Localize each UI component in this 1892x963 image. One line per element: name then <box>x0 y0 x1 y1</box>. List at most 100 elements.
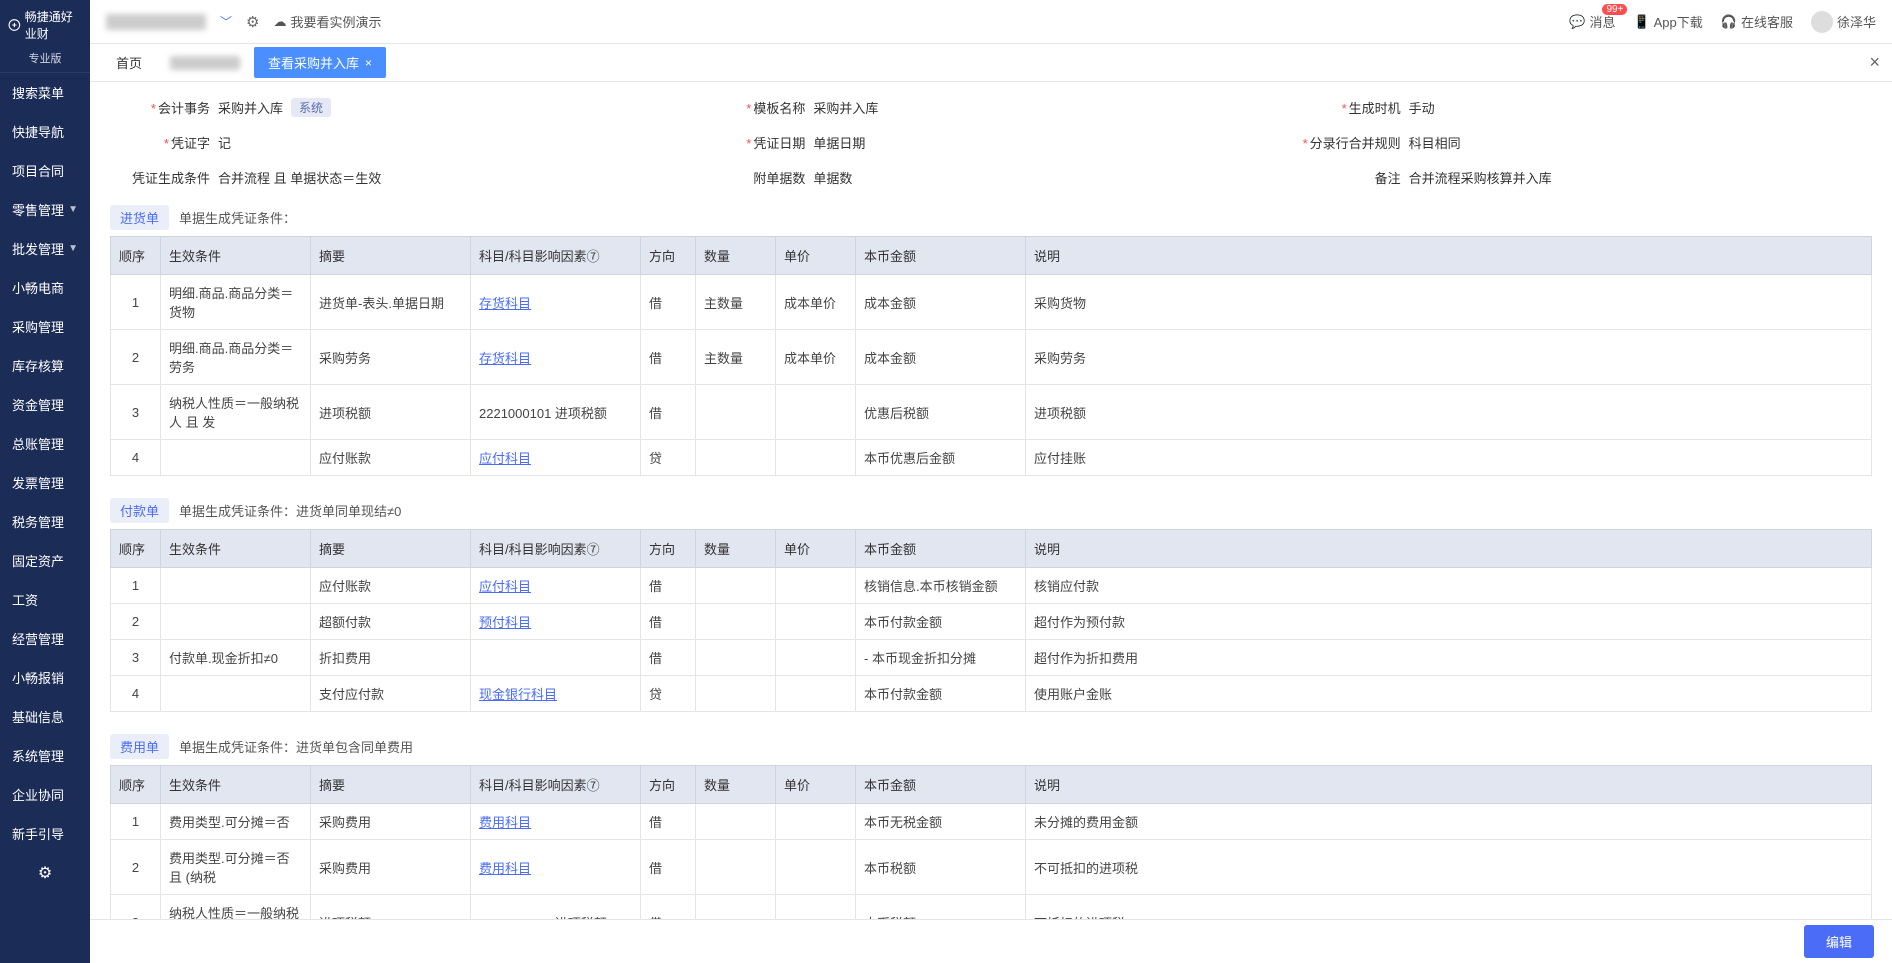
customer-service-button[interactable]: 🎧 在线客服 <box>1721 12 1793 31</box>
table-header: 数量 <box>696 766 776 804</box>
table-row: 1明细.商品.商品分类＝货物进货单-表头.单据日期存货科目借主数量成本单价成本金… <box>111 275 1872 330</box>
table-cell: 折扣费用 <box>311 640 471 676</box>
subject-link[interactable]: 现金银行科目 <box>479 687 557 702</box>
chevron-down-icon[interactable]: ﹀ <box>220 13 232 30</box>
table-header: 本币金额 <box>856 530 1026 568</box>
sidebar-item-label: 工资 <box>12 590 38 609</box>
subject-link[interactable]: 费用科目 <box>479 815 531 830</box>
section-condition: 单据生成凭证条件：进货单包含同单费用 <box>179 737 413 756</box>
sidebar-item[interactable]: 小畅报销 <box>0 658 90 697</box>
table-header: 摘要 <box>311 530 471 568</box>
table-cell: 进项税额 <box>1026 385 1872 440</box>
sidebar-item[interactable]: 发票管理 <box>0 463 90 502</box>
sidebar-item[interactable]: 采购管理 <box>0 307 90 346</box>
sidebar-item[interactable]: 项目合同 <box>0 151 90 190</box>
subject-link[interactable]: 应付科目 <box>479 451 531 466</box>
table-cell <box>161 676 311 712</box>
app-download-button[interactable]: 📱 App下载 <box>1633 12 1702 31</box>
table-cell: 采购费用 <box>311 840 471 895</box>
table-cell <box>776 804 856 840</box>
brand-logo: 畅捷通好业财 <box>0 0 90 50</box>
table-row: 3纳税人性质＝一般纳税人 且 发进项税额2221000101 进项税额借优惠后税… <box>111 385 1872 440</box>
sidebar-item-label: 小畅报销 <box>12 668 64 687</box>
sidebar-item[interactable]: 零售管理▼ <box>0 190 90 229</box>
sidebar-item[interactable]: 企业协同 <box>0 775 90 814</box>
table-cell: 成本单价 <box>776 275 856 330</box>
sidebar-item-label: 采购管理 <box>12 317 64 336</box>
sidebar-item[interactable]: 小畅电商 <box>0 268 90 307</box>
table-cell: 借 <box>641 275 696 330</box>
user-menu[interactable]: 徐泽华 <box>1811 11 1876 33</box>
table-cell: 本币付款金额 <box>856 604 1026 640</box>
table-cell <box>696 840 776 895</box>
table-cell: 费用科目 <box>471 840 641 895</box>
logo-icon <box>8 17 21 33</box>
field-label: 凭证字 <box>110 133 210 152</box>
table-row: 4应付账款应付科目贷本币优惠后金额应付挂账 <box>111 440 1872 476</box>
sidebar-item-label: 总账管理 <box>12 434 64 453</box>
subject-link[interactable]: 应付科目 <box>479 579 531 594</box>
subject-link[interactable]: 预付科目 <box>479 615 531 630</box>
sidebar-item[interactable]: 新手引导 <box>0 814 90 853</box>
table-cell <box>776 840 856 895</box>
tab-active[interactable]: 查看采购并入库 × <box>254 47 386 78</box>
tab-blurred[interactable] <box>156 50 254 76</box>
messages-button[interactable]: 💬 消息 99+ <box>1569 12 1615 31</box>
edit-button[interactable]: 编辑 <box>1804 925 1874 958</box>
section-name: 付款单 <box>110 498 169 523</box>
subject-link[interactable]: 费用科目 <box>479 861 531 876</box>
sidebar-item[interactable]: 系统管理 <box>0 736 90 775</box>
sidebar-item-label: 发票管理 <box>12 473 64 492</box>
sidebar-item-label: 小畅电商 <box>12 278 64 297</box>
table-cell: 进货单-表头.单据日期 <box>311 275 471 330</box>
sidebar-item-label: 税务管理 <box>12 512 64 531</box>
table-cell: 超付作为预付款 <box>1026 604 1872 640</box>
sidebar-item[interactable]: 经营管理 <box>0 619 90 658</box>
table-cell: 未分摊的费用金额 <box>1026 804 1872 840</box>
table-cell <box>776 385 856 440</box>
field-label: 生成时机 <box>1301 98 1401 117</box>
table-header: 科目/科目影响因素⑦ <box>471 766 641 804</box>
table-cell: - 本币现金折扣分摊 <box>856 640 1026 676</box>
sidebar-item[interactable]: 资金管理 <box>0 385 90 424</box>
table-cell <box>696 676 776 712</box>
sidebar-settings-button[interactable]: ⚙ <box>0 853 90 893</box>
demo-link[interactable]: ☁ 我要看实例演示 <box>273 12 381 31</box>
table-cell <box>696 804 776 840</box>
table-cell: 应付挂账 <box>1026 440 1872 476</box>
sidebar-item[interactable]: 总账管理 <box>0 424 90 463</box>
sidebar-item[interactable]: 库存核算 <box>0 346 90 385</box>
table-header: 生效条件 <box>161 530 311 568</box>
table-cell: 使用账户金账 <box>1026 676 1872 712</box>
sidebar-item[interactable]: 基础信息 <box>0 697 90 736</box>
tab-home[interactable]: 首页 <box>102 47 156 78</box>
voucher-table: 顺序生效条件摘要科目/科目影响因素⑦方向数量单价本币金额说明1明细.商品.商品分… <box>110 236 1872 476</box>
sidebar-item-label: 库存核算 <box>12 356 64 375</box>
close-all-tabs-button[interactable]: × <box>1857 52 1892 73</box>
table-cell <box>696 640 776 676</box>
table-cell: 采购费用 <box>311 804 471 840</box>
sidebar-item[interactable]: 工资 <box>0 580 90 619</box>
sidebar-item[interactable]: 搜索菜单 <box>0 73 90 112</box>
table-cell: 付款单.现金折扣≠0 <box>161 640 311 676</box>
subject-link[interactable]: 存货科目 <box>479 296 531 311</box>
table-cell: 成本金额 <box>856 275 1026 330</box>
close-icon[interactable]: × <box>365 56 372 70</box>
form-header: 会计事务 采购并入库 系统 模板名称 采购并入库 生成时机 手动 凭证字 记 <box>110 98 1872 187</box>
org-selector[interactable] <box>106 14 206 30</box>
sidebar-item[interactable]: 固定资产 <box>0 541 90 580</box>
voucher-section: 费用单单据生成凭证条件：进货单包含同单费用顺序生效条件摘要科目/科目影响因素⑦方… <box>110 734 1872 950</box>
sidebar-item[interactable]: 税务管理 <box>0 502 90 541</box>
table-cell <box>696 568 776 604</box>
sidebar-item[interactable]: 快捷导航 <box>0 112 90 151</box>
table-header: 说明 <box>1026 766 1872 804</box>
table-cell: 成本金额 <box>856 330 1026 385</box>
gear-icon[interactable]: ⚙ <box>246 13 259 31</box>
subject-link[interactable]: 存货科目 <box>479 351 531 366</box>
table-cell: 4 <box>111 676 161 712</box>
field-label: 凭证日期 <box>705 133 805 152</box>
table-header: 顺序 <box>111 530 161 568</box>
sidebar-item[interactable]: 批发管理▼ <box>0 229 90 268</box>
table-header: 数量 <box>696 237 776 275</box>
section-condition: 单据生成凭证条件：进货单同单现结≠0 <box>179 501 401 520</box>
